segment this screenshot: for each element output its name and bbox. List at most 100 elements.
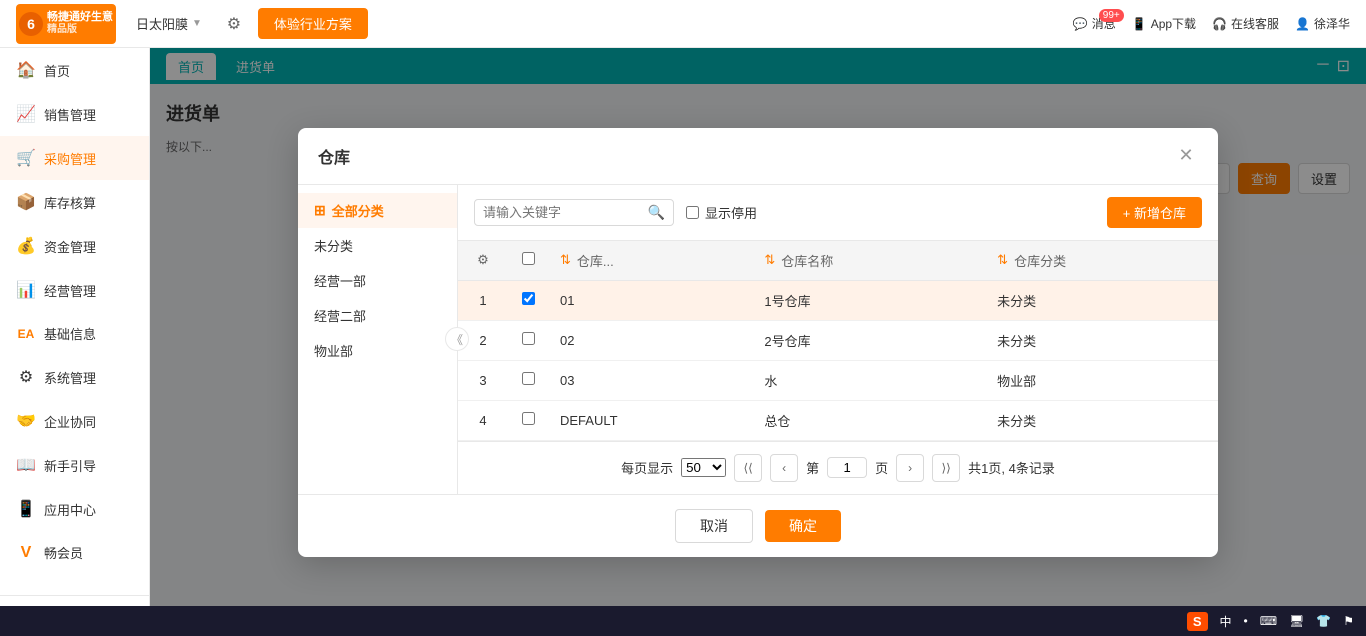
sidebar: 🏠 首页 📈 销售管理 🛒 采购管理 📦 库存核算 💰 资金管理 📊 经营管理 …: [0, 48, 150, 636]
prev-page-button[interactable]: ‹: [770, 454, 798, 482]
operations-icon: 📊: [16, 280, 36, 300]
sort-icon-category: ⇅: [997, 252, 1008, 268]
sidebar-item-vip[interactable]: V 畅会员: [0, 531, 149, 574]
search-input[interactable]: [483, 205, 642, 220]
statusbar-chinese: 中: [1220, 613, 1232, 630]
row-category: 未分类: [985, 280, 1218, 320]
s-logo: S: [1187, 612, 1208, 631]
col-name-header: ⇅ 仓库名称: [752, 241, 985, 281]
row-num: 4: [458, 400, 508, 440]
sidebar-item-apps[interactable]: 📱 应用中心: [0, 487, 149, 531]
last-page-button[interactable]: ⟩⟩: [932, 454, 960, 482]
sidebar-item-finance[interactable]: 💰 资金管理: [0, 224, 149, 268]
row-code: 03: [548, 360, 752, 400]
table-panel: 🔍 显示停用 + 新增仓库: [458, 185, 1218, 494]
table-row[interactable]: 1 01 1号仓库 未分类: [458, 280, 1218, 320]
category-item-property[interactable]: 物业部: [298, 333, 457, 368]
table-toolbar: 🔍 显示停用 + 新增仓库: [458, 185, 1218, 241]
warehouse-table: ⚙ ⇅ 仓库...: [458, 241, 1218, 441]
row-name: 1号仓库: [752, 280, 985, 320]
row-checkbox[interactable]: [508, 320, 548, 360]
sidebar-item-enterprise[interactable]: 🤝 企业协同: [0, 399, 149, 443]
modal-close-button[interactable]: ✕: [1174, 144, 1198, 168]
enterprise-icon: 🤝: [16, 411, 36, 431]
row-num: 1: [458, 280, 508, 320]
page-number-input[interactable]: [827, 457, 867, 478]
category-item-dept2[interactable]: 经营二部: [298, 298, 457, 333]
add-warehouse-button[interactable]: + 新增仓库: [1107, 197, 1202, 228]
statusbar-keyboard-icon: ⌨: [1260, 614, 1277, 628]
show-disabled-checkbox[interactable]: [686, 206, 699, 219]
total-info: 共1页, 4条记录: [968, 458, 1055, 477]
sidebar-item-basic-info[interactable]: EA 基础信息: [0, 312, 149, 355]
app-download-item[interactable]: 📱 App下载: [1132, 15, 1196, 32]
topbar: 6 畅捷通好生意 精品版 日太阳膜 ▼ ⚙ 体验行业方案 💬 消息 99+ 📱 …: [0, 0, 1366, 48]
statusbar: S 中 • ⌨ 🖥 👕 ⚑: [0, 606, 1366, 636]
purchase-icon: 🛒: [16, 148, 36, 168]
row-num: 3: [458, 360, 508, 400]
online-service-item[interactable]: 🎧 在线客服: [1212, 15, 1279, 32]
sidebar-item-purchase[interactable]: 🛒 采购管理: [0, 136, 149, 180]
row-checkbox[interactable]: [508, 280, 548, 320]
per-page-label: 每页显示: [621, 458, 673, 477]
row-code: 01: [548, 280, 752, 320]
headset-icon: 🎧: [1212, 17, 1227, 31]
ea-icon: EA: [16, 327, 36, 341]
category-item-dept1[interactable]: 经营一部: [298, 263, 457, 298]
table-row[interactable]: 4 DEFAULT 总仓 未分类: [458, 400, 1218, 440]
search-icon[interactable]: 🔍: [648, 204, 665, 221]
statusbar-dot: •: [1244, 614, 1248, 628]
category-panel: 《 ⊞ 全部分类 未分类 经营一部 经营二部: [298, 185, 458, 494]
category-item-uncategorized[interactable]: 未分类: [298, 228, 457, 263]
topbar-center: 日太阳膜 ▼ ⚙ 体验行业方案: [116, 8, 1073, 40]
logo-icon: 6: [19, 12, 43, 36]
modal-body: 《 ⊞ 全部分类 未分类 经营一部 经营二部: [298, 185, 1218, 494]
sidebar-item-operations[interactable]: 📊 经营管理: [0, 268, 149, 312]
modal-title: 仓库: [318, 144, 350, 168]
per-page-select[interactable]: 50 10 20 100: [681, 458, 726, 477]
select-all-checkbox[interactable]: [522, 252, 535, 265]
show-disabled-label[interactable]: 显示停用: [686, 203, 757, 222]
sidebar-item-home[interactable]: 🏠 首页: [0, 48, 149, 92]
first-page-button[interactable]: ⟨⟨: [734, 454, 762, 482]
main-layout: 🏠 首页 📈 销售管理 🛒 采购管理 📦 库存核算 💰 资金管理 📊 经营管理 …: [0, 48, 1366, 636]
home-icon: 🏠: [16, 60, 36, 80]
system-icon: ⚙: [16, 367, 36, 387]
next-page-button[interactable]: ›: [896, 454, 924, 482]
sidebar-item-system[interactable]: ⚙ 系统管理: [0, 355, 149, 399]
logo-text: 畅捷通好生意 精品版: [47, 11, 113, 36]
warehouse-modal: 仓库 ✕ 《 ⊞ 全部分类 未分类: [298, 128, 1218, 557]
sort-icon: ⇅: [560, 252, 571, 268]
row-checkbox[interactable]: [508, 360, 548, 400]
statusbar-flag-icon: ⚑: [1343, 614, 1354, 628]
category-collapse-button[interactable]: 《: [445, 327, 469, 351]
confirm-button[interactable]: 确定: [765, 510, 841, 542]
row-category: 未分类: [985, 320, 1218, 360]
settings-icon[interactable]: ⚙: [218, 8, 250, 40]
col-checkbox: [508, 241, 548, 281]
modal-footer: 取消 确定: [298, 494, 1218, 557]
col-category-header: ⇅ 仓库分类: [985, 241, 1218, 281]
table-row[interactable]: 2 02 2号仓库 未分类: [458, 320, 1218, 360]
mobile-icon: 📱: [1132, 17, 1147, 31]
message-item[interactable]: 💬 消息 99+: [1073, 15, 1116, 32]
message-badge: 99+: [1099, 9, 1124, 22]
gear-icon: ⚙: [477, 252, 489, 267]
store-selector[interactable]: 日太阳膜 ▼: [128, 10, 210, 37]
user-item[interactable]: 👤 徐泽华: [1295, 15, 1350, 32]
sales-icon: 📈: [16, 104, 36, 124]
category-item-all[interactable]: ⊞ 全部分类: [298, 193, 457, 228]
sidebar-item-sales[interactable]: 📈 销售管理: [0, 92, 149, 136]
table-row[interactable]: 3 03 水 物业部: [458, 360, 1218, 400]
trial-button[interactable]: 体验行业方案: [258, 8, 368, 39]
sidebar-item-guide[interactable]: 📖 新手引导: [0, 443, 149, 487]
row-checkbox[interactable]: [508, 400, 548, 440]
modal-header: 仓库 ✕: [298, 128, 1218, 185]
row-name: 水: [752, 360, 985, 400]
sidebar-item-inventory[interactable]: 📦 库存核算: [0, 180, 149, 224]
row-category: 物业部: [985, 360, 1218, 400]
topbar-right: 💬 消息 99+ 📱 App下载 🎧 在线客服 👤 徐泽华: [1073, 15, 1350, 32]
cancel-button[interactable]: 取消: [675, 509, 753, 543]
chevron-down-icon: ▼: [192, 18, 202, 29]
user-icon: 👤: [1295, 17, 1310, 31]
